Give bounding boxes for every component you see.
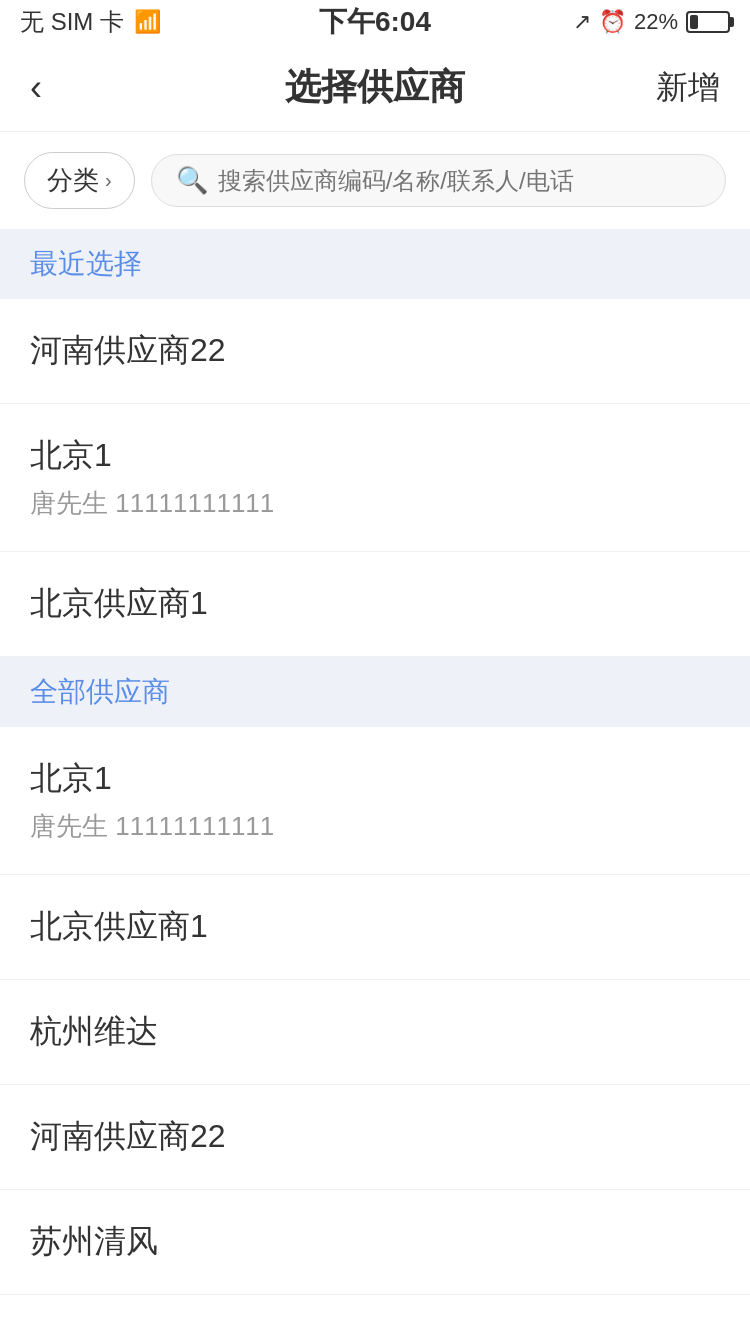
- item-name: 杭州维达: [30, 1010, 720, 1054]
- list-item[interactable]: 河南供应商22: [0, 299, 750, 404]
- location-icon: ↗: [573, 9, 591, 35]
- item-contact: 唐先生 11111111111: [30, 809, 720, 844]
- wifi-icon: 📶: [134, 9, 161, 35]
- item-name: 苏州清风: [30, 1220, 720, 1264]
- list-item[interactable]: 北京供应商1: [0, 552, 750, 657]
- search-icon: 🔍: [176, 165, 208, 196]
- list-item[interactable]: 杭州维达: [0, 980, 750, 1085]
- recent-list: 河南供应商22 北京1 唐先生 11111111111 北京供应商1: [0, 299, 750, 657]
- list-item[interactable]: 北京1 唐先生 11111111111: [0, 404, 750, 552]
- category-button[interactable]: 分类 ›: [24, 152, 135, 209]
- page-title: 选择供应商: [285, 63, 465, 112]
- item-contact: 唐先生 11111111111: [30, 486, 720, 521]
- all-list: 北京1 唐先生 11111111111 北京供应商1 杭州维达河南供应商22 苏州清风: [0, 727, 750, 1295]
- carrier-text: 无 SIM 卡: [20, 6, 124, 38]
- item-name: 北京1: [30, 434, 720, 478]
- all-section-header: 全部供应商: [0, 657, 750, 727]
- battery-fill: [690, 15, 698, 29]
- add-button[interactable]: 新增: [656, 66, 720, 110]
- recent-section-header: 最近选择: [0, 229, 750, 299]
- chevron-right-icon: ›: [105, 169, 112, 192]
- battery-bar: [686, 11, 730, 33]
- all-section-title: 全部供应商: [30, 676, 170, 707]
- list-item[interactable]: 北京1 唐先生 11111111111: [0, 727, 750, 875]
- status-bar: 无 SIM 卡 📶 下午6:04 ↗ ⏰ 22%: [0, 0, 750, 44]
- category-label: 分类: [47, 163, 99, 198]
- list-item[interactable]: 北京供应商1: [0, 875, 750, 980]
- filter-bar: 分类 › 🔍: [0, 132, 750, 229]
- item-name: 河南供应商22: [30, 329, 720, 373]
- search-input[interactable]: [218, 167, 701, 195]
- recent-section-title: 最近选择: [30, 248, 142, 279]
- item-name: 北京1: [30, 757, 720, 801]
- item-name: 北京供应商1: [30, 582, 720, 626]
- status-right: ↗ ⏰ 22%: [573, 9, 730, 35]
- item-name: 北京供应商1: [30, 905, 720, 949]
- nav-bar: ‹ 选择供应商 新增: [0, 44, 750, 132]
- item-name: 河南供应商22: [30, 1115, 720, 1159]
- search-box: 🔍: [151, 154, 726, 207]
- list-item[interactable]: 苏州清风: [0, 1190, 750, 1295]
- battery-percent: 22%: [634, 9, 678, 35]
- alarm-icon: ⏰: [599, 9, 626, 35]
- list-item[interactable]: 河南供应商22: [0, 1085, 750, 1190]
- status-time: 下午6:04: [319, 3, 431, 41]
- back-button[interactable]: ‹: [30, 67, 90, 109]
- status-left: 无 SIM 卡 📶: [20, 6, 161, 38]
